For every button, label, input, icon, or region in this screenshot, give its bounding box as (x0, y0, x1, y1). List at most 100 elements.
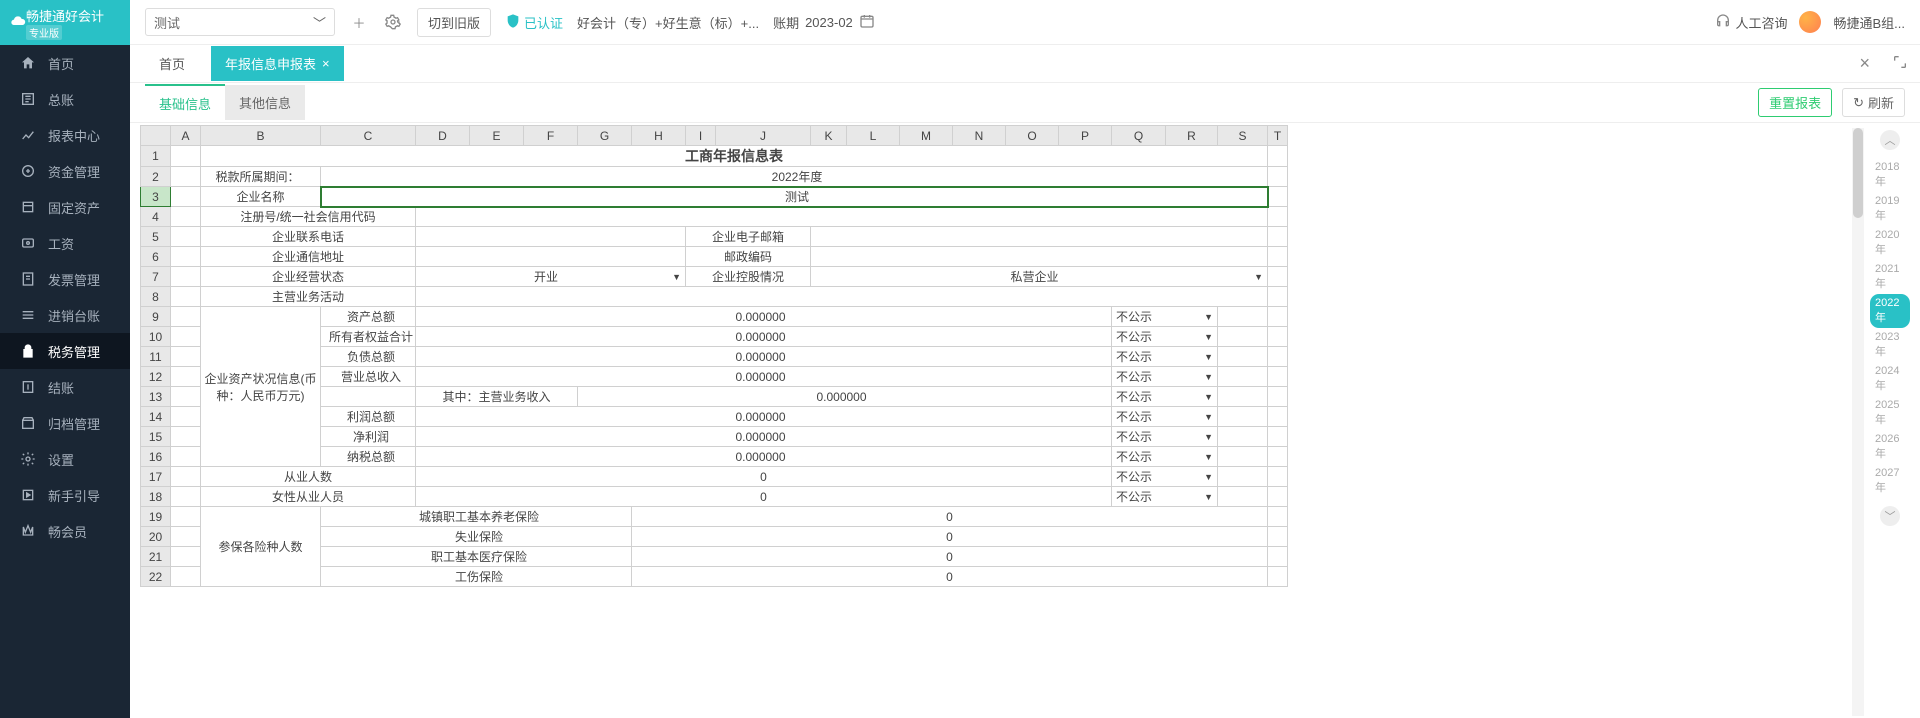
column-header[interactable]: D (416, 126, 470, 146)
home-icon (20, 55, 36, 71)
close-icon[interactable]: × (322, 56, 330, 71)
column-header[interactable]: Q (1112, 126, 1166, 146)
column-header[interactable]: L (847, 126, 900, 146)
sidebar-item-settings[interactable]: 设置 (0, 441, 130, 477)
insure-group: 参保各险种人数 (201, 507, 321, 587)
column-header[interactable]: N (953, 126, 1006, 146)
sidebar-item-label: 总账 (48, 90, 74, 109)
column-header[interactable]: P (1059, 126, 1112, 146)
reset-button[interactable]: 重置报表 (1758, 88, 1832, 117)
company-label-cell: 企业名称 (201, 187, 321, 207)
year-option[interactable]: 2021年 (1870, 260, 1910, 294)
column-header[interactable]: O (1006, 126, 1059, 146)
headset-icon (1715, 13, 1731, 32)
sidebar-item-close[interactable]: 结账 (0, 369, 130, 405)
sidebar-item-vip[interactable]: 畅会员 (0, 513, 130, 549)
column-header[interactable]: B (201, 126, 321, 146)
subtab-basic[interactable]: 基础信息 (145, 84, 225, 121)
year-option[interactable]: 2025年 (1870, 396, 1910, 430)
sidebar-item-report[interactable]: 报表中心 (0, 117, 130, 153)
verified-badge: 已认证 (505, 13, 563, 32)
gear-icon[interactable] (383, 12, 403, 32)
year-option[interactable]: 2026年 (1870, 430, 1910, 464)
column-header[interactable]: C (321, 126, 416, 146)
column-header[interactable]: G (578, 126, 632, 146)
column-header[interactable]: A (171, 126, 201, 146)
tab-annual-report[interactable]: 年报信息申报表 × (211, 46, 344, 81)
brand-edition: 专业版 (26, 25, 62, 40)
year-option[interactable]: 2024年 (1870, 362, 1910, 396)
refresh-icon: ↻ (1853, 95, 1864, 111)
year-down-icon[interactable]: ﹀ (1880, 506, 1900, 526)
status-select[interactable]: 开业▼ (416, 267, 686, 287)
sidebar: 畅捷通好会计 专业版 首页总账报表中心资金管理固定资产工资发票管理进销台账税务管… (0, 0, 130, 718)
sidebar-item-label: 结账 (48, 378, 74, 397)
sidebar-item-label: 固定资产 (48, 198, 100, 217)
column-header[interactable]: K (811, 126, 847, 146)
sidebar-item-guide[interactable]: 新手引导 (0, 477, 130, 513)
vertical-scrollbar[interactable] (1852, 128, 1864, 716)
archive-icon (20, 415, 36, 431)
expand-icon[interactable] (1892, 54, 1908, 73)
period-value: 2023-02 (805, 15, 853, 30)
column-header[interactable]: S (1218, 126, 1268, 146)
holding-select[interactable]: 私营企业▼ (811, 267, 1268, 287)
column-header[interactable]: F (524, 126, 578, 146)
column-header[interactable]: M (900, 126, 953, 146)
calendar-icon (859, 13, 875, 32)
tax-icon (20, 343, 36, 359)
column-header[interactable] (141, 126, 171, 146)
sidebar-item-label: 发票管理 (48, 270, 100, 289)
year-option[interactable]: 2027年 (1870, 464, 1910, 498)
shield-icon (505, 13, 521, 32)
sidebar-item-label: 进销台账 (48, 306, 100, 325)
user-name[interactable]: 畅捷通B组... (1833, 13, 1905, 32)
period-value-cell[interactable]: 2022年度 (321, 167, 1268, 187)
year-option[interactable]: 2022年 (1870, 294, 1910, 328)
column-header[interactable]: H (632, 126, 686, 146)
year-option[interactable]: 2019年 (1870, 192, 1910, 226)
sidebar-item-stock[interactable]: 进销台账 (0, 297, 130, 333)
column-header[interactable]: J (716, 126, 811, 146)
switch-old-button[interactable]: 切到旧版 (417, 8, 491, 37)
stock-icon (20, 307, 36, 323)
year-option[interactable]: 2023年 (1870, 328, 1910, 362)
add-icon[interactable]: ＋ (349, 12, 369, 32)
column-header[interactable]: R (1166, 126, 1218, 146)
sidebar-item-salary[interactable]: 工资 (0, 225, 130, 261)
refresh-button[interactable]: ↻ 刷新 (1842, 88, 1905, 117)
year-option[interactable]: 2020年 (1870, 226, 1910, 260)
sidebar-item-invoice[interactable]: 发票管理 (0, 261, 130, 297)
sidebar-item-archive[interactable]: 归档管理 (0, 405, 130, 441)
sidebar-item-home[interactable]: 首页 (0, 45, 130, 81)
column-header[interactable]: T (1268, 126, 1288, 146)
column-header[interactable]: E (470, 126, 524, 146)
chevron-down-icon: ▼ (1254, 272, 1263, 282)
year-option[interactable]: 2018年 (1870, 158, 1910, 192)
year-up-icon[interactable]: ︿ (1880, 130, 1900, 150)
ledger-icon (20, 91, 36, 107)
topbar: 测试 ﹀ ＋ 切到旧版 已认证 好会计（专）+好生意（标）+... 账期 202… (130, 0, 1920, 45)
sidebar-item-ledger[interactable]: 总账 (0, 81, 130, 117)
sidebar-item-fund[interactable]: 资金管理 (0, 153, 130, 189)
support-link[interactable]: 人工咨询 (1715, 13, 1787, 32)
company-select[interactable]: 测试 ﹀ (145, 8, 335, 36)
sidebar-item-asset[interactable]: 固定资产 (0, 189, 130, 225)
close-all-icon[interactable]: × (1859, 53, 1870, 74)
report-icon (20, 127, 36, 143)
sidebar-item-label: 新手引导 (48, 486, 100, 505)
regno-value[interactable] (416, 207, 1268, 227)
period-select[interactable]: 账期 2023-02 (773, 13, 875, 32)
tab-home[interactable]: 首页 (145, 46, 199, 81)
chevron-down-icon: ﹀ (313, 13, 326, 32)
company-value-cell[interactable]: 测试 (321, 187, 1268, 207)
avatar[interactable] (1799, 11, 1821, 33)
spreadsheet[interactable]: ABCDEFGHIJKLMNOPQRST 1工商年报信息表 2税款所属期间：20… (140, 125, 1860, 718)
subtab-other[interactable]: 其他信息 (225, 85, 305, 120)
column-header[interactable]: I (686, 126, 716, 146)
cloud-icon (10, 13, 26, 32)
sidebar-header: 畅捷通好会计 专业版 (0, 0, 130, 45)
settings-icon (20, 451, 36, 467)
sidebar-item-label: 税务管理 (48, 342, 100, 361)
sidebar-item-tax[interactable]: 税务管理 (0, 333, 130, 369)
